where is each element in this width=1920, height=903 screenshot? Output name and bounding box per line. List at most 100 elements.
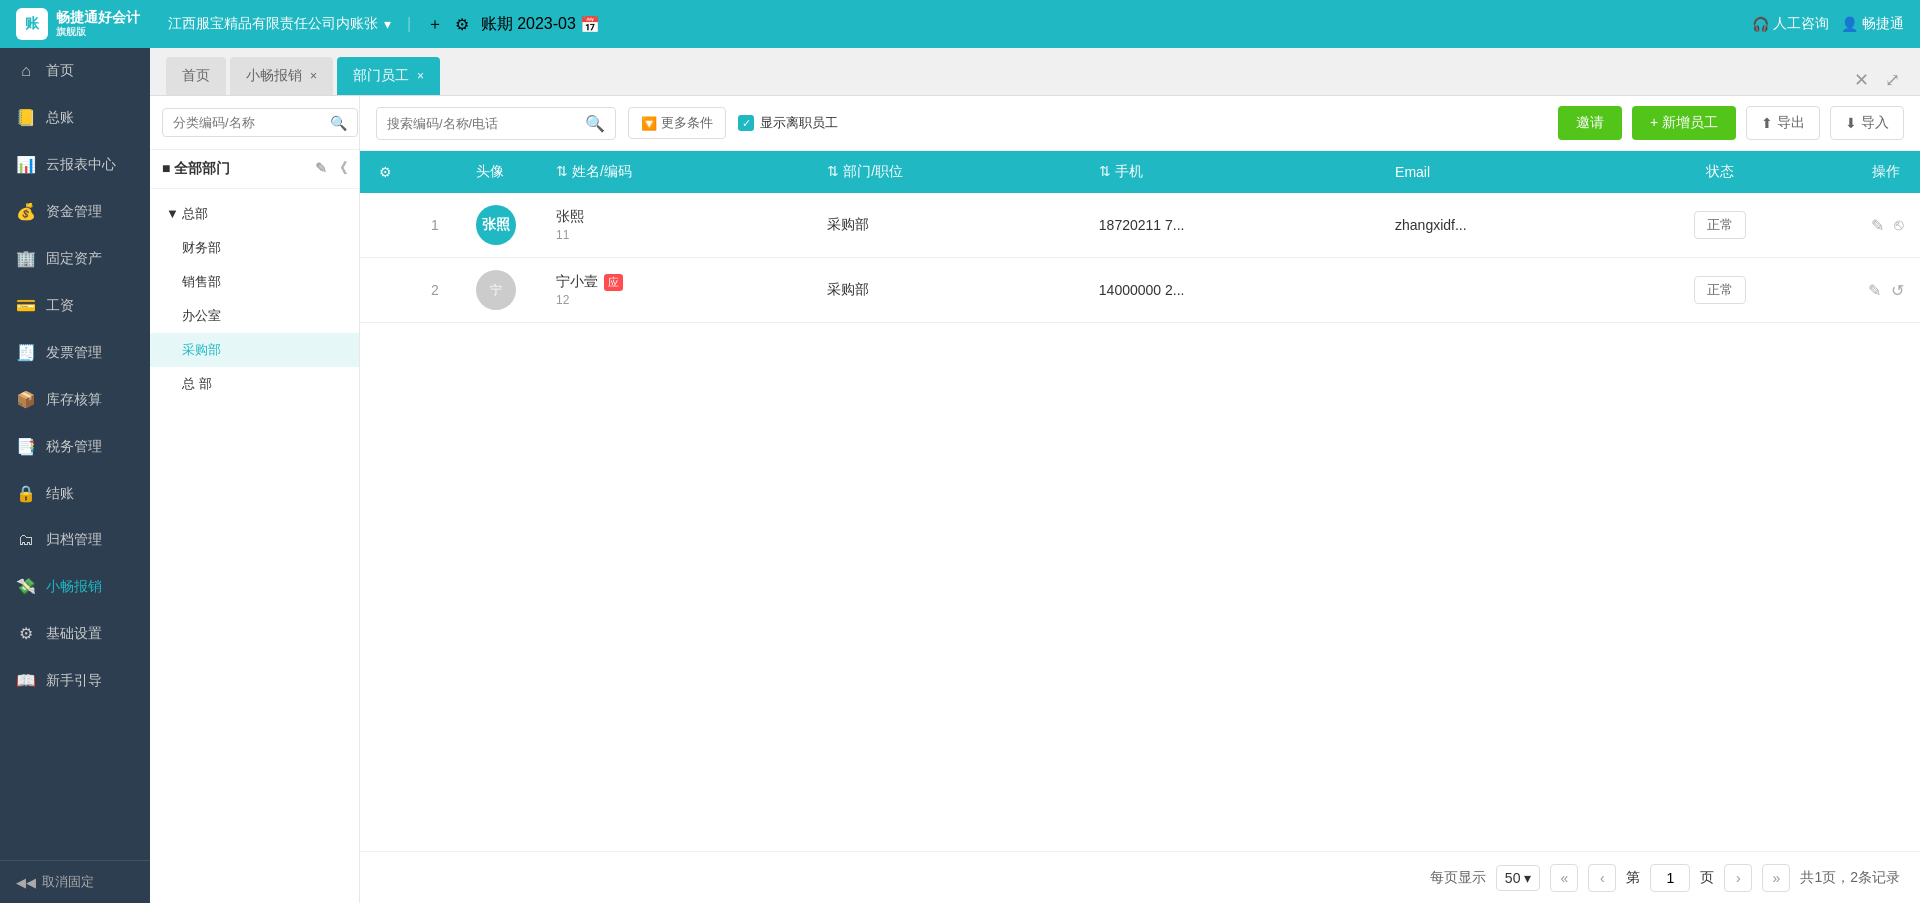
export-btn[interactable]: ⬆ 导出: [1746, 106, 1820, 140]
dept-node-zongbu[interactable]: ▼ 总部: [150, 197, 359, 231]
dept-zongbu-label: ▼ 总部: [166, 205, 208, 223]
sidebar-item-tax[interactable]: 📑 税务管理: [0, 423, 150, 470]
filter-label: 更多条件: [661, 114, 713, 132]
tab-expense-label: 小畅报销: [246, 67, 302, 85]
employee-search-field[interactable]: 🔍: [376, 107, 616, 140]
sidebar-item-assets[interactable]: 🏢 固定资产: [0, 235, 150, 282]
close-window-btn[interactable]: ✕: [1850, 65, 1873, 95]
row2-refresh-btn[interactable]: ↺: [1891, 281, 1904, 300]
collapse-tree-btn[interactable]: 《: [333, 160, 347, 178]
sidebar-item-general-ledger[interactable]: 📒 总账: [0, 94, 150, 141]
sidebar-label-tax: 税务管理: [46, 438, 102, 456]
show-resigned-label: 显示离职员工: [760, 114, 838, 132]
sidebar-item-reports[interactable]: 📊 云报表中心: [0, 141, 150, 188]
sidebar-item-archive[interactable]: 🗂 归档管理: [0, 517, 150, 563]
dept-node-bangongshi[interactable]: 办公室: [150, 299, 359, 333]
last-page-btn[interactable]: »: [1762, 864, 1790, 892]
col-name-code[interactable]: ⇅ 姓名/编码: [540, 151, 811, 193]
settings-btn[interactable]: ⚙: [455, 15, 469, 34]
col-settings-icon: ⚙: [379, 164, 392, 180]
col-name-code-label: ⇅ 姓名/编码: [556, 163, 632, 179]
col-dept[interactable]: ⇅ 部门/职位: [811, 151, 1082, 193]
row2-email: [1379, 258, 1640, 323]
tab-actions: ✕ ⤢: [1850, 65, 1904, 95]
toolbar-right: 邀请 + 新增员工 ⬆ 导出 ⬇ 导入: [1558, 106, 1904, 140]
show-resigned-toggle[interactable]: ✓ 显示离职员工: [738, 114, 838, 132]
import-icon: ⬇: [1845, 115, 1857, 131]
dropdown-icon: ▾: [384, 16, 391, 32]
tab-expense-close[interactable]: ×: [310, 69, 317, 83]
dept-node-caigoubu[interactable]: 采购部: [150, 333, 359, 367]
dept-node-caiwubu[interactable]: 财务部: [150, 231, 359, 265]
row1-edit-btn[interactable]: ✎: [1871, 216, 1884, 235]
employee-search-input[interactable]: [387, 116, 579, 131]
user-profile-btn[interactable]: 👤 畅捷通: [1841, 15, 1904, 33]
content-area: 首页 小畅报销 × 部门员工 × ✕ ⤢ 🔍: [150, 48, 1920, 903]
dept-node-xiaoshoubu[interactable]: 销售部: [150, 265, 359, 299]
more-filter-btn[interactable]: 🔽 更多条件: [628, 107, 726, 139]
left-panel: 🔍 ■ 全部部门 ✎ 《 ▼ 总部 财务部: [150, 96, 360, 903]
row1-name: 张熙: [556, 208, 795, 226]
sidebar-item-expense[interactable]: 💸 小畅报销: [0, 563, 150, 610]
ai-consult-btn[interactable]: 🎧 人工咨询: [1752, 15, 1829, 33]
tab-expense[interactable]: 小畅报销 ×: [230, 57, 333, 95]
period-label: 账期: [481, 14, 513, 35]
ai-consult-label: 人工咨询: [1773, 15, 1829, 33]
dept-node-zongbu2[interactable]: 总 部: [150, 367, 359, 401]
prev-page-btn[interactable]: ‹: [1588, 864, 1616, 892]
dept-xiaoshoubu-label: 销售部: [182, 273, 221, 291]
sidebar: ⌂ 首页 📒 总账 📊 云报表中心 💰 资金管理 🏢 固定资产 💳 工资 🧾 发…: [0, 48, 150, 903]
show-resigned-checkbox[interactable]: ✓: [738, 115, 754, 131]
row2-edit-btn[interactable]: ✎: [1868, 281, 1881, 300]
table-row: 1 张照 张熙 11 采购部: [360, 193, 1920, 258]
accounting-period[interactable]: 账期 2023-03 📅: [481, 14, 600, 35]
row1-actions: ✎ ⎋: [1800, 193, 1920, 258]
invoice-icon: 🧾: [16, 343, 36, 362]
page-number-input[interactable]: [1650, 864, 1690, 892]
col-avatar: 头像: [460, 151, 540, 193]
col-actions: 操作: [1800, 151, 1920, 193]
sidebar-item-invoice[interactable]: 🧾 发票管理: [0, 329, 150, 376]
col-settings[interactable]: ⚙: [360, 151, 410, 193]
lock-icon: 🔒: [16, 484, 36, 503]
import-btn[interactable]: ⬇ 导入: [1830, 106, 1904, 140]
maximize-btn[interactable]: ⤢: [1881, 65, 1904, 95]
row1-logout-btn[interactable]: ⎋: [1894, 216, 1904, 235]
sidebar-item-payroll[interactable]: 💳 工资: [0, 282, 150, 329]
tabs-bar: 首页 小畅报销 × 部门员工 × ✕ ⤢: [150, 48, 1920, 96]
add-employee-btn[interactable]: + 新增员工: [1632, 106, 1736, 140]
pin-icon: ◀◀: [16, 875, 36, 890]
company-selector[interactable]: 江西服宝精品有限责任公司内账张 ▾: [168, 15, 391, 33]
dept-search-input[interactable]: [162, 108, 358, 137]
add-company-btn[interactable]: ＋: [427, 14, 443, 35]
dept-search-icon[interactable]: 🔍: [330, 115, 347, 131]
dept-caiwubu-label: 财务部: [182, 239, 221, 257]
sidebar-item-guide[interactable]: 📖 新手引导: [0, 657, 150, 704]
sidebar-item-funds[interactable]: 💰 资金管理: [0, 188, 150, 235]
employee-table: ⚙ 头像 ⇅ 姓名/编码 ⇅ 部门/职位: [360, 151, 1920, 323]
sidebar-label-close: 结账: [46, 485, 74, 503]
headset-icon: 🎧: [1752, 16, 1769, 32]
sidebar-item-close[interactable]: 🔒 结账: [0, 470, 150, 517]
row1-status: 正常: [1640, 193, 1800, 258]
per-page-value: 50: [1505, 870, 1521, 886]
first-page-btn[interactable]: «: [1550, 864, 1578, 892]
tab-department[interactable]: 部门员工 ×: [337, 57, 440, 95]
cancel-pin-btn[interactable]: ◀◀ 取消固定: [0, 860, 150, 903]
invite-btn[interactable]: 邀请: [1558, 106, 1622, 140]
building-icon: 🏢: [16, 249, 36, 268]
next-page-btn[interactable]: ›: [1724, 864, 1752, 892]
sidebar-item-settings[interactable]: ⚙ 基础设置: [0, 610, 150, 657]
tab-home[interactable]: 首页: [166, 57, 226, 95]
sidebar-label-assets: 固定资产: [46, 250, 102, 268]
sidebar-item-home[interactable]: ⌂ 首页: [0, 48, 150, 94]
sidebar-item-inventory[interactable]: 📦 库存核算: [0, 376, 150, 423]
tab-department-close[interactable]: ×: [417, 69, 424, 83]
col-phone[interactable]: ⇅ 手机: [1083, 151, 1379, 193]
import-label: 导入: [1861, 114, 1889, 132]
company-name: 江西服宝精品有限责任公司内账张: [168, 15, 378, 33]
avatar-ningxiaoyi: 宁: [476, 270, 516, 310]
per-page-select[interactable]: 50 ▾: [1496, 865, 1541, 891]
dept-bangongshi-label: 办公室: [182, 307, 221, 325]
edit-dept-btn[interactable]: ✎: [315, 160, 327, 178]
